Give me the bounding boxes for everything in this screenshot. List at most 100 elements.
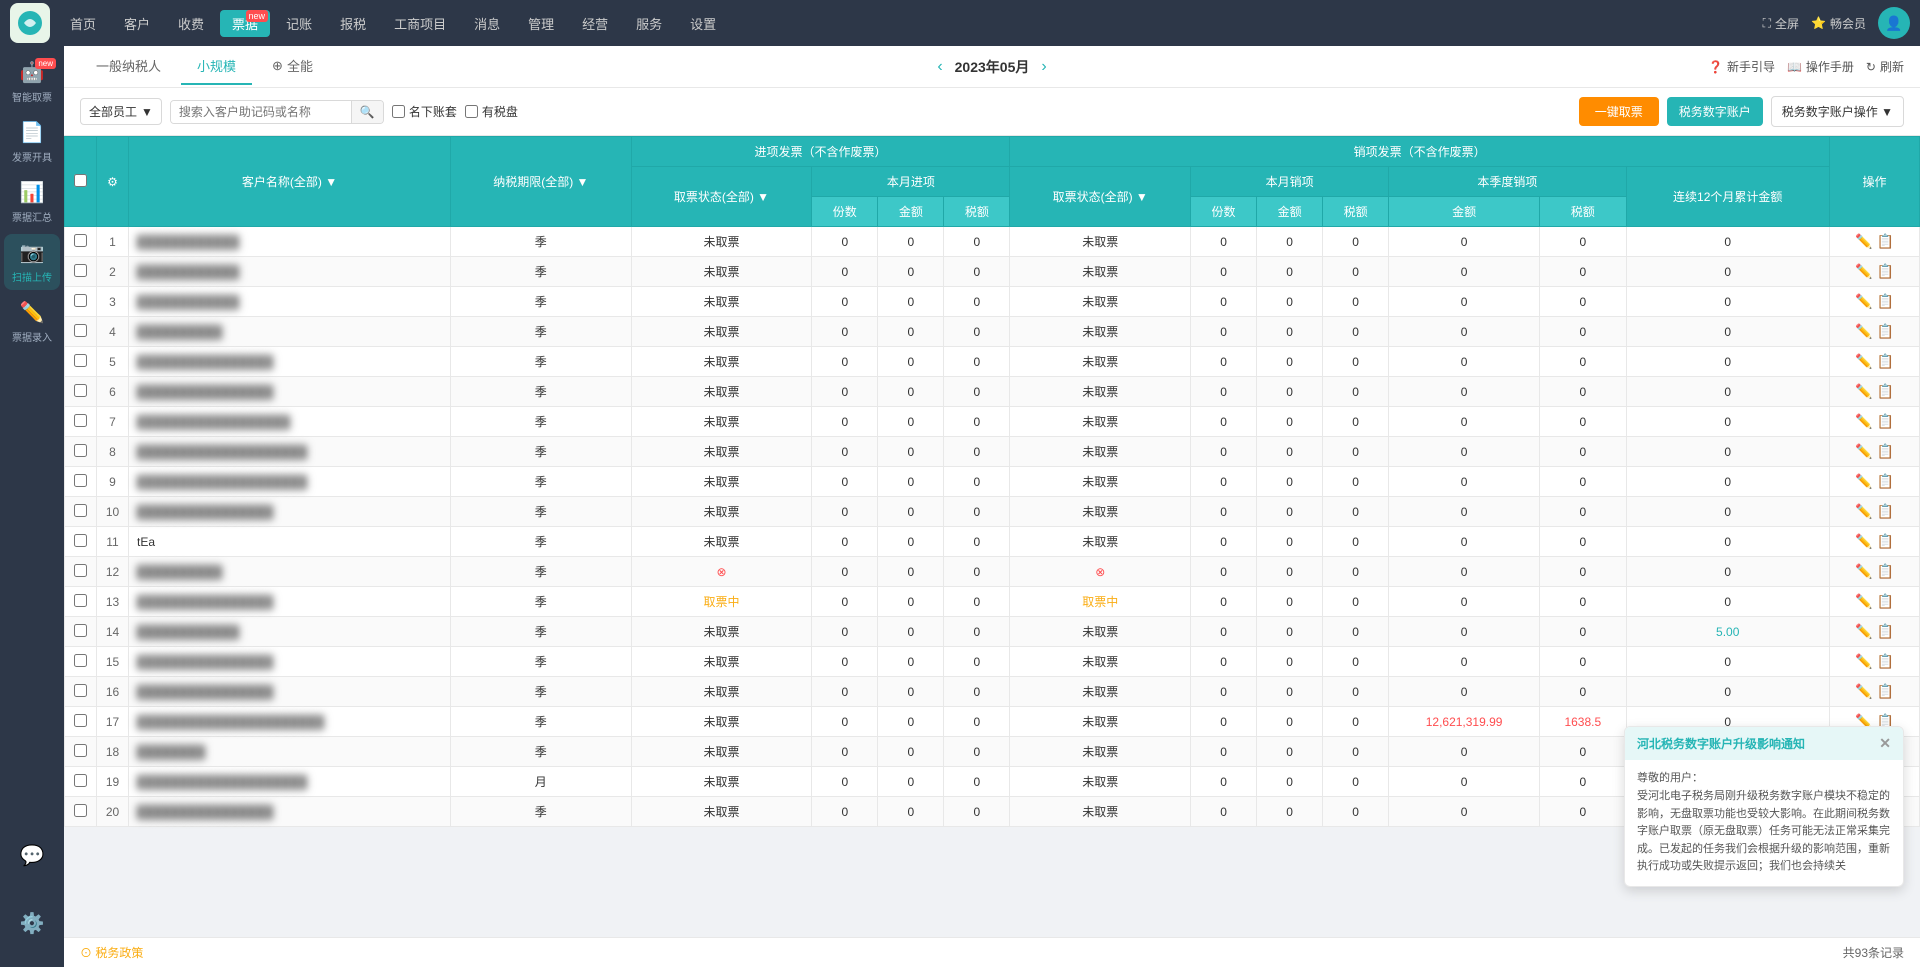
- edit-icon[interactable]: ✏️: [1855, 533, 1872, 550]
- notification-close-button[interactable]: ✕: [1879, 735, 1891, 752]
- under-account-checkbox[interactable]: 名下账套: [392, 103, 457, 120]
- row-checkbox[interactable]: [65, 407, 97, 437]
- tab-general-taxpayer[interactable]: 一般纳税人: [80, 48, 177, 85]
- row-checkbox[interactable]: [65, 707, 97, 737]
- row-checkbox[interactable]: [65, 767, 97, 797]
- tax-policy-link[interactable]: ⊙ 税务政策: [80, 944, 143, 961]
- edit-icon[interactable]: ✏️: [1855, 473, 1872, 490]
- copy-icon[interactable]: 📋: [1876, 653, 1893, 670]
- copy-icon[interactable]: 📋: [1876, 683, 1893, 700]
- nav-bookkeeping[interactable]: 记账: [274, 10, 324, 37]
- copy-icon[interactable]: 📋: [1876, 533, 1893, 550]
- row-checkbox[interactable]: [65, 227, 97, 257]
- refresh-button[interactable]: ↻ 刷新: [1866, 58, 1904, 75]
- action-icons: ✏️ 📋: [1838, 653, 1911, 670]
- edit-icon[interactable]: ✏️: [1855, 563, 1872, 580]
- copy-icon[interactable]: 📋: [1876, 293, 1893, 310]
- nav-service[interactable]: 服务: [624, 10, 674, 37]
- edit-icon[interactable]: ✏️: [1855, 683, 1872, 700]
- nav-fee[interactable]: 收费: [166, 10, 216, 37]
- nav-home[interactable]: 首页: [58, 10, 108, 37]
- row-num: 8: [97, 437, 129, 467]
- edit-icon[interactable]: ✏️: [1855, 653, 1872, 670]
- row-checkbox[interactable]: [65, 527, 97, 557]
- edit-icon[interactable]: ✏️: [1855, 413, 1872, 430]
- row-checkbox[interactable]: [65, 497, 97, 527]
- out-status-cell: 未取票: [1010, 257, 1191, 287]
- row-checkbox[interactable]: [65, 347, 97, 377]
- copy-icon[interactable]: 📋: [1876, 383, 1893, 400]
- tax-digital-account-button[interactable]: 税务数字账户: [1667, 97, 1763, 126]
- one-key-ticket-button[interactable]: 一键取票: [1579, 97, 1659, 126]
- col-in-count-header: 份数: [812, 197, 878, 227]
- copy-icon[interactable]: 📋: [1876, 413, 1893, 430]
- search-button[interactable]: 🔍: [351, 101, 383, 123]
- date-next-button[interactable]: ›: [1041, 58, 1046, 76]
- manual-button[interactable]: 📖 操作手册: [1787, 58, 1854, 75]
- sidebar-item-ticket-summary[interactable]: 📊 票据汇总: [4, 174, 60, 230]
- client-name-cell: tEa: [129, 527, 451, 557]
- row-checkbox[interactable]: [65, 287, 97, 317]
- nav-manage[interactable]: 管理: [516, 10, 566, 37]
- customer-search-input[interactable]: [171, 101, 351, 123]
- row-checkbox[interactable]: [65, 797, 97, 827]
- row-checkbox[interactable]: [65, 557, 97, 587]
- new-guide-button[interactable]: ❓ 新手引导: [1708, 58, 1775, 75]
- sidebar-item-scan-upload[interactable]: 📷 扫描上传: [4, 234, 60, 290]
- row-checkbox[interactable]: [65, 677, 97, 707]
- edit-icon[interactable]: ✏️: [1855, 503, 1872, 520]
- tab-small-scale[interactable]: 小规模: [181, 48, 252, 85]
- copy-icon[interactable]: 📋: [1876, 623, 1893, 640]
- has-tax-disk-checkbox[interactable]: 有税盘: [465, 103, 518, 120]
- user-avatar[interactable]: 👤: [1878, 7, 1910, 39]
- copy-icon[interactable]: 📋: [1876, 563, 1893, 580]
- in-tax-cell: 0: [944, 287, 1010, 317]
- nav-tax[interactable]: 报税: [328, 10, 378, 37]
- member-button[interactable]: ⭐ 畅会员: [1811, 15, 1866, 32]
- edit-icon[interactable]: ✏️: [1855, 293, 1872, 310]
- row-checkbox[interactable]: [65, 437, 97, 467]
- sidebar-item-smart-ticket[interactable]: 🤖 智能取票 new: [4, 54, 60, 110]
- copy-icon[interactable]: 📋: [1876, 503, 1893, 520]
- edit-icon[interactable]: ✏️: [1855, 263, 1872, 280]
- copy-icon[interactable]: 📋: [1876, 443, 1893, 460]
- row-checkbox[interactable]: [65, 467, 97, 497]
- edit-icon[interactable]: ✏️: [1855, 323, 1872, 340]
- copy-icon[interactable]: 📋: [1876, 593, 1893, 610]
- copy-icon[interactable]: 📋: [1876, 233, 1893, 250]
- copy-icon[interactable]: 📋: [1876, 263, 1893, 280]
- date-prev-button[interactable]: ‹: [937, 58, 942, 76]
- row-checkbox[interactable]: [65, 737, 97, 767]
- row-checkbox[interactable]: [65, 317, 97, 347]
- in-amount-cell: 0: [878, 497, 944, 527]
- edit-icon[interactable]: ✏️: [1855, 383, 1872, 400]
- sidebar-item-ticket-entry[interactable]: ✏️ 票据录入: [4, 294, 60, 350]
- copy-icon[interactable]: 📋: [1876, 323, 1893, 340]
- edit-icon[interactable]: ✏️: [1855, 353, 1872, 370]
- tax-digital-account-op-button[interactable]: 税务数字账户操作 ▼: [1771, 96, 1904, 127]
- row-checkbox[interactable]: [65, 617, 97, 647]
- nav-client[interactable]: 客户: [112, 10, 162, 37]
- edit-icon[interactable]: ✏️: [1855, 233, 1872, 250]
- nav-message[interactable]: 消息: [462, 10, 512, 37]
- tab-omnipotent[interactable]: ⊕ 全能: [256, 48, 329, 85]
- sidebar-item-message[interactable]: 💬: [4, 827, 60, 883]
- row-checkbox[interactable]: [65, 257, 97, 287]
- fullscreen-button[interactable]: ⛶ 全屏: [1763, 15, 1799, 32]
- nav-business[interactable]: 工商项目: [382, 10, 458, 37]
- sidebar-item-invoice-open[interactable]: 📄 发票开具: [4, 114, 60, 170]
- nav-ticket[interactable]: 票据 new: [220, 10, 270, 37]
- row-checkbox[interactable]: [65, 647, 97, 677]
- sidebar-item-config[interactable]: ⚙️: [4, 895, 60, 951]
- edit-icon[interactable]: ✏️: [1855, 443, 1872, 460]
- nav-operation[interactable]: 经营: [570, 10, 620, 37]
- row-checkbox[interactable]: [65, 377, 97, 407]
- select-all-checkbox[interactable]: [74, 174, 87, 187]
- row-checkbox[interactable]: [65, 587, 97, 617]
- copy-icon[interactable]: 📋: [1876, 353, 1893, 370]
- nav-settings[interactable]: 设置: [678, 10, 728, 37]
- employee-select[interactable]: 全部员工 ▼: [80, 98, 162, 125]
- copy-icon[interactable]: 📋: [1876, 473, 1893, 490]
- edit-icon[interactable]: ✏️: [1855, 623, 1872, 640]
- edit-icon[interactable]: ✏️: [1855, 593, 1872, 610]
